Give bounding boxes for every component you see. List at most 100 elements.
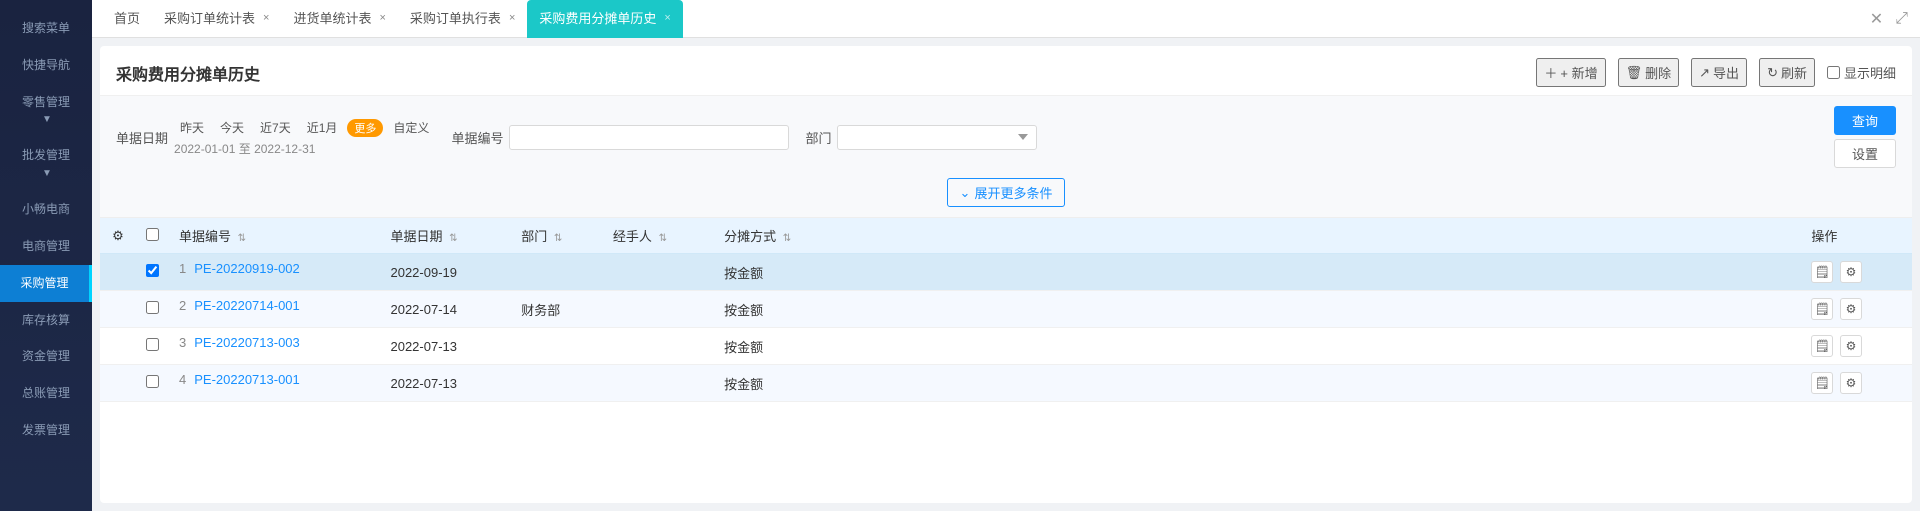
date-btn-yesterday[interactable]: 昨天 bbox=[174, 117, 210, 138]
col-split-method: 分摊方式 ⇅ bbox=[714, 218, 1801, 254]
row-op-edit-button[interactable]: 🗒 bbox=[1811, 261, 1833, 283]
sidebar-item-purchase[interactable]: 采购管理 bbox=[0, 265, 92, 302]
export-button[interactable]: ↗ 导出 bbox=[1691, 58, 1747, 87]
table-row: 2 PE-20220714-001 2022-07-14 财务部 按金额 🗒 ⚙ bbox=[100, 291, 1912, 328]
delete-label: 删除 bbox=[1645, 63, 1671, 82]
col-doc-no: 单据编号 ⇅ bbox=[169, 218, 380, 254]
row-doc-no-link[interactable]: PE-20220713-001 bbox=[194, 372, 300, 387]
sidebar-item-search[interactable]: 搜索菜单 bbox=[0, 10, 92, 47]
tab-purchase-inbound-stats-close[interactable]: × bbox=[379, 12, 385, 24]
col-dept-label: 部门 bbox=[521, 229, 547, 244]
ecommerce-label: 电商管理 bbox=[5, 238, 87, 255]
add-button[interactable]: ＋ + 新增 bbox=[1536, 58, 1605, 87]
col-op-label: 操作 bbox=[1811, 229, 1837, 244]
tab-home-label: 首页 bbox=[114, 8, 140, 27]
dept-filter-select[interactable] bbox=[837, 125, 1037, 150]
export-label: 导出 bbox=[1713, 63, 1739, 82]
filter-date-block: 昨天 今天 近7天 近1月 更多 自定义 2022-01-01 至 2022-1… bbox=[174, 117, 435, 157]
col-doc-date-sort[interactable]: ⇅ bbox=[449, 233, 457, 244]
row-doc-no-link[interactable]: PE-20220713-003 bbox=[194, 335, 300, 350]
date-btn-custom[interactable]: 自定义 bbox=[387, 117, 435, 138]
row-op-cell: 🗒 ⚙ bbox=[1801, 365, 1912, 402]
tab-purchase-order-exec-label: 采购订单执行表 bbox=[410, 8, 501, 27]
sidebar-item-inventory[interactable]: 库存核算 bbox=[0, 302, 92, 339]
show-columns-label-text: 显示明细 bbox=[1844, 63, 1896, 82]
row-check-cell[interactable] bbox=[136, 365, 169, 402]
delete-button[interactable]: 🗑 删除 bbox=[1618, 58, 1680, 87]
row-handler bbox=[603, 365, 714, 402]
query-button[interactable]: 查询 bbox=[1834, 106, 1896, 135]
tab-actions: ✕ ⤢ bbox=[1868, 7, 1910, 31]
tab-purchase-order-stats[interactable]: 采购订单统计表 × bbox=[152, 0, 281, 38]
filter-date-item: 单据日期 昨天 今天 近7天 近1月 更多 自定义 2022-01-01 至 2… bbox=[116, 117, 435, 157]
col-gear[interactable]: ⚙ bbox=[100, 218, 136, 254]
row-op-more-button[interactable]: ⚙ bbox=[1840, 335, 1862, 357]
col-doc-no-sort[interactable]: ⇅ bbox=[238, 233, 246, 244]
sidebar-item-mini[interactable]: 小畅电商 bbox=[0, 191, 92, 228]
row-checkbox[interactable] bbox=[146, 301, 159, 314]
row-check-cell[interactable] bbox=[136, 291, 169, 328]
tab-purchase-inbound-stats[interactable]: 进货单统计表 × bbox=[281, 0, 397, 38]
show-columns-checkbox[interactable] bbox=[1827, 66, 1840, 79]
row-seq: 4 bbox=[179, 372, 186, 387]
col-split-method-label: 分摊方式 bbox=[724, 229, 776, 244]
row-op-edit-button[interactable]: 🗒 bbox=[1811, 335, 1833, 357]
row-seq: 3 bbox=[179, 335, 186, 350]
sidebar-item-wholesale[interactable]: 批发管理 ▼ bbox=[0, 137, 92, 191]
tab-maximize-button[interactable]: ⤢ bbox=[1893, 8, 1910, 30]
sidebar-item-finance[interactable]: 资金管理 bbox=[0, 338, 92, 375]
row-checkbox[interactable] bbox=[146, 338, 159, 351]
col-dept-sort[interactable]: ⇅ bbox=[554, 233, 562, 244]
docno-filter-input[interactable] bbox=[509, 125, 789, 150]
col-handler-sort[interactable]: ⇅ bbox=[659, 233, 667, 244]
date-btn-more[interactable]: 更多 bbox=[347, 119, 383, 137]
date-btn-today[interactable]: 今天 bbox=[214, 117, 250, 138]
row-gear-cell bbox=[100, 365, 136, 402]
row-op-more-button[interactable]: ⚙ bbox=[1840, 298, 1862, 320]
row-gear-cell bbox=[100, 328, 136, 365]
setting-button[interactable]: 设置 bbox=[1834, 139, 1896, 168]
date-btn-7days[interactable]: 近7天 bbox=[254, 117, 297, 138]
row-doc-no-link[interactable]: PE-20220919-002 bbox=[194, 261, 300, 276]
table-body: 1 PE-20220919-002 2022-09-19 按金额 🗒 ⚙ 2 P… bbox=[100, 254, 1912, 402]
expand-more-button[interactable]: ⌄ 展开更多条件 bbox=[947, 178, 1066, 207]
sidebar-item-invoice[interactable]: 发票管理 bbox=[0, 412, 92, 449]
date-range-display: 2022-01-01 至 2022-12-31 bbox=[174, 140, 435, 157]
row-checkbox[interactable] bbox=[146, 264, 159, 277]
filter-date-buttons: 昨天 今天 近7天 近1月 更多 自定义 bbox=[174, 117, 435, 138]
row-checkbox[interactable] bbox=[146, 375, 159, 388]
sidebar-item-retail[interactable]: 零售管理 ▼ bbox=[0, 84, 92, 138]
add-label: + 新增 bbox=[1560, 63, 1597, 82]
row-handler bbox=[603, 328, 714, 365]
date-btn-1month[interactable]: 近1月 bbox=[301, 117, 344, 138]
row-op-edit-button[interactable]: 🗒 bbox=[1811, 298, 1833, 320]
row-gear-cell bbox=[100, 291, 136, 328]
sidebar-item-shortcut[interactable]: 快捷导航 bbox=[0, 47, 92, 84]
select-all-checkbox[interactable] bbox=[146, 228, 159, 241]
tab-purchase-order-stats-close[interactable]: × bbox=[263, 12, 269, 24]
col-split-method-sort[interactable]: ⇅ bbox=[783, 233, 791, 244]
page-container: 采购费用分摊单历史 ＋ + 新增 🗑 删除 ↗ 导出 ↻ 刷新 bbox=[100, 46, 1912, 503]
main-content: 首页 采购订单统计表 × 进货单统计表 × 采购订单执行表 × 采购费用分摊单历… bbox=[92, 0, 1920, 511]
row-op-more-button[interactable]: ⚙ bbox=[1840, 261, 1862, 283]
tab-home[interactable]: 首页 bbox=[102, 0, 152, 38]
tab-purchase-order-exec[interactable]: 采购订单执行表 × bbox=[398, 0, 527, 38]
row-check-cell[interactable] bbox=[136, 254, 169, 291]
tab-purchase-fee-history[interactable]: 采购费用分摊单历史 × bbox=[527, 0, 682, 38]
tab-purchase-order-exec-close[interactable]: × bbox=[509, 12, 515, 24]
sidebar-item-ledger[interactable]: 总账管理 bbox=[0, 375, 92, 412]
tab-purchase-order-stats-label: 采购订单统计表 bbox=[164, 8, 255, 27]
tab-bar: 首页 采购订单统计表 × 进货单统计表 × 采购订单执行表 × 采购费用分摊单历… bbox=[92, 0, 1920, 38]
row-op-edit-button[interactable]: 🗒 bbox=[1811, 372, 1833, 394]
row-doc-no-link[interactable]: PE-20220714-001 bbox=[194, 298, 300, 313]
row-seq-and-docno: 3 PE-20220713-003 bbox=[169, 328, 380, 357]
tab-close-all-button[interactable]: ✕ bbox=[1868, 7, 1885, 31]
row-op-more-button[interactable]: ⚙ bbox=[1840, 372, 1862, 394]
refresh-button[interactable]: ↻ 刷新 bbox=[1759, 58, 1815, 87]
tab-purchase-fee-history-close[interactable]: × bbox=[664, 12, 670, 24]
export-icon: ↗ bbox=[1699, 65, 1710, 81]
show-columns-toggle[interactable]: 显示明细 bbox=[1827, 63, 1896, 82]
sidebar-item-ecommerce[interactable]: 电商管理 bbox=[0, 228, 92, 265]
date-filter-label: 单据日期 bbox=[116, 128, 168, 147]
row-check-cell[interactable] bbox=[136, 328, 169, 365]
